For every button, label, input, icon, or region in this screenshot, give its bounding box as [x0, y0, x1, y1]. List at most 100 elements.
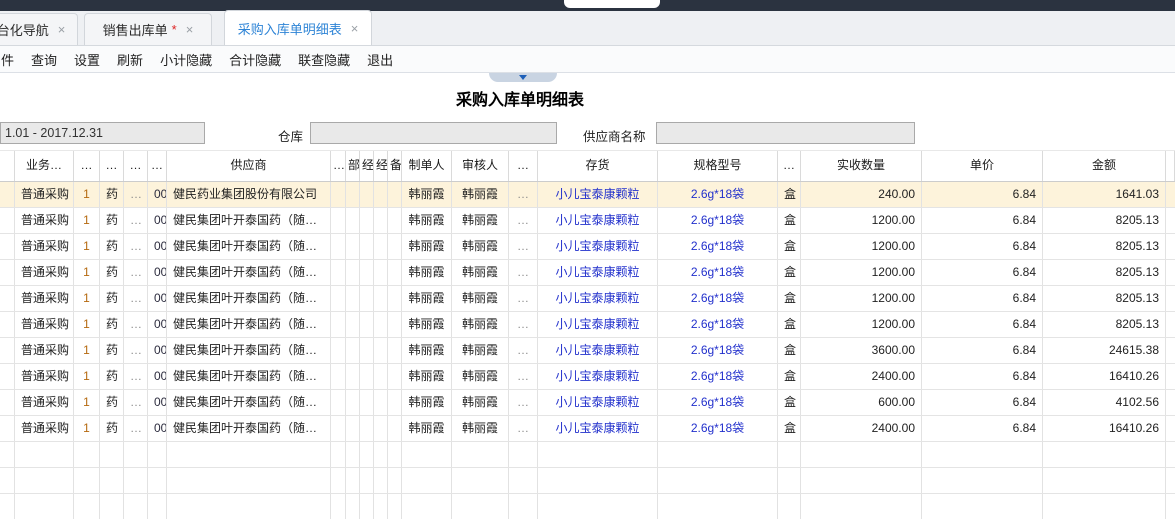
cell-spec[interactable]: 2.6g*18袋 — [658, 208, 778, 233]
cell-spec[interactable]: 2.6g*18袋 — [658, 182, 778, 207]
menu-item-query[interactable]: 查询 — [31, 50, 57, 69]
column-header-p3[interactable]: 经 — [360, 151, 374, 181]
cell-empty — [452, 468, 509, 493]
supplier-name-input[interactable] — [656, 122, 915, 144]
cell-supplier: 健民集团叶开泰国药（随… — [167, 312, 331, 337]
column-header-p1[interactable]: … — [331, 151, 346, 181]
cell-tail — [1166, 338, 1175, 363]
cell-price: 6.84 — [922, 312, 1043, 337]
column-header-auditor[interactable]: 审核人 — [452, 151, 509, 181]
warehouse-input[interactable] — [310, 122, 557, 144]
cell-store: 药 — [100, 338, 124, 363]
menu-item-hide-linked-query[interactable]: 联查隐藏 — [298, 50, 350, 69]
cell-amount: 8205.13 — [1043, 260, 1166, 285]
cell-code: 001 — [148, 364, 167, 389]
cell-item[interactable]: 小儿宝泰康颗粒 — [538, 208, 658, 233]
column-header-p4[interactable]: 经 — [374, 151, 388, 181]
column-header-qty[interactable]: 实收数量 — [801, 151, 922, 181]
table-row[interactable]: 0普通采购1药…001健民集团叶开泰国药（随…韩丽霞韩丽霞…小儿宝泰康颗粒2.6… — [0, 416, 1175, 442]
cell-item[interactable]: 小儿宝泰康颗粒 — [538, 390, 658, 415]
menu-item-exit[interactable]: 退出 — [367, 50, 393, 69]
cell-empty — [74, 494, 100, 519]
cell-spec[interactable]: 2.6g*18袋 — [658, 416, 778, 441]
cell-store: 药 — [100, 208, 124, 233]
menu-item-hide-subtotal[interactable]: 小计隐藏 — [160, 50, 212, 69]
tab-navigation[interactable]: 台化导航 × — [0, 13, 78, 45]
close-icon[interactable]: × — [351, 21, 359, 36]
collapse-panel-handle[interactable] — [489, 73, 557, 82]
column-header-item[interactable]: 存货 — [538, 151, 658, 181]
column-header-price[interactable]: 单价 — [922, 151, 1043, 181]
cell-supplier: 健民集团叶开泰国药（随… — [167, 286, 331, 311]
table-row[interactable]: 2普通采购1药…001健民集团叶开泰国药（随…韩丽霞韩丽霞…小儿宝泰康颗粒2.6… — [0, 260, 1175, 286]
cell-empty — [778, 468, 801, 493]
cell-auditor: 韩丽霞 — [452, 312, 509, 337]
cell-p2 — [346, 312, 360, 337]
menu-item-settings[interactable]: 设置 — [74, 50, 100, 69]
cell-item[interactable]: 小儿宝泰康颗粒 — [538, 286, 658, 311]
table-row[interactable]: 0普通采购1药…001健民集团叶开泰国药（随…韩丽霞韩丽霞…小儿宝泰康颗粒2.6… — [0, 390, 1175, 416]
cell-row-no: 2 — [0, 260, 15, 285]
cell-code: 001 — [148, 234, 167, 259]
menu-item-hide-total[interactable]: 合计隐藏 — [229, 50, 281, 69]
menu-item-refresh[interactable]: 刷新 — [117, 50, 143, 69]
cell-spec[interactable]: 2.6g*18袋 — [658, 338, 778, 363]
cell-spec[interactable]: 2.6g*18袋 — [658, 390, 778, 415]
column-header-dots[interactable]: … — [124, 151, 148, 181]
column-header-p2[interactable]: 部 — [346, 151, 360, 181]
cell-dots: … — [509, 286, 538, 311]
cell-item[interactable]: 小儿宝泰康颗粒 — [538, 234, 658, 259]
column-header-spec[interactable]: 规格型号 — [658, 151, 778, 181]
menu-item-file[interactable]: 件 — [1, 50, 14, 69]
cell-p1 — [331, 364, 346, 389]
column-header-biz-type[interactable]: 业务… — [15, 151, 74, 181]
cell-item[interactable]: 小儿宝泰康颗粒 — [538, 182, 658, 207]
cell-spec[interactable]: 2.6g*18袋 — [658, 364, 778, 389]
column-header-amount[interactable]: 金额 — [1043, 151, 1166, 181]
report-title: 采购入库单明细表 — [455, 92, 584, 109]
cell-item[interactable]: 小儿宝泰康颗粒 — [538, 416, 658, 441]
cell-spec[interactable]: 2.6g*18袋 — [658, 286, 778, 311]
close-icon[interactable]: × — [186, 22, 194, 37]
close-icon[interactable]: × — [58, 22, 66, 37]
cell-spec[interactable]: 2.6g*18袋 — [658, 312, 778, 337]
cell-spec[interactable]: 2.6g*18袋 — [658, 260, 778, 285]
cell-p5 — [388, 286, 402, 311]
column-header-store[interactable]: … — [100, 151, 124, 181]
cell-item[interactable]: 小儿宝泰康颗粒 — [538, 338, 658, 363]
column-header-code[interactable]: … — [148, 151, 167, 181]
table-row[interactable]: 7普通采购1药…001健民药业集团股份有限公司韩丽霞韩丽霞…小儿宝泰康颗粒2.6… — [0, 182, 1175, 208]
cell-supplier: 健民集团叶开泰国药（随… — [167, 338, 331, 363]
cell-item[interactable]: 小儿宝泰康颗粒 — [538, 364, 658, 389]
table-row[interactable]: 1普通采购1药…001健民集团叶开泰国药（随…韩丽霞韩丽霞…小儿宝泰康颗粒2.6… — [0, 338, 1175, 364]
column-header-unit[interactable]: … — [778, 151, 801, 181]
table-row[interactable]: 0普通采购1药…001健民集团叶开泰国药（随…韩丽霞韩丽霞…小儿宝泰康颗粒2.6… — [0, 234, 1175, 260]
cell-item[interactable]: 小儿宝泰康颗粒 — [538, 312, 658, 337]
tab-sales-outbound[interactable]: 销售出库单 * × — [84, 13, 212, 45]
table-row[interactable]: 3普通采购1药…001健民集团叶开泰国药（随…韩丽霞韩丽霞…小儿宝泰康颗粒2.6… — [0, 208, 1175, 234]
table-row[interactable]: 0普通采购1药…001健民集团叶开泰国药（随…韩丽霞韩丽霞…小儿宝泰康颗粒2.6… — [0, 364, 1175, 390]
cell-supplier: 健民集团叶开泰国药（随… — [167, 390, 331, 415]
cell-p2 — [346, 416, 360, 441]
column-header-p5[interactable]: 备 — [388, 151, 402, 181]
table-row[interactable]: 2普通采购1药…001健民集团叶开泰国药（随…韩丽霞韩丽霞…小儿宝泰康颗粒2.6… — [0, 312, 1175, 338]
column-header-dots[interactable]: … — [509, 151, 538, 181]
column-header-row-no[interactable] — [0, 151, 15, 181]
column-header-flag[interactable]: … — [74, 151, 100, 181]
column-header-tail[interactable] — [1166, 151, 1175, 181]
cell-empty — [360, 494, 374, 519]
date-range-input[interactable]: 1.01 - 2017.12.31 — [0, 122, 205, 144]
cell-item[interactable]: 小儿宝泰康颗粒 — [538, 260, 658, 285]
cell-empty — [658, 494, 778, 519]
table-row[interactable]: 3普通采购1药…001健民集团叶开泰国药（随…韩丽霞韩丽霞…小儿宝泰康颗粒2.6… — [0, 286, 1175, 312]
tab-purchase-inbound-report[interactable]: 采购入库单明细表 × — [224, 10, 372, 45]
cell-spec[interactable]: 2.6g*18袋 — [658, 234, 778, 259]
cell-code: 001 — [148, 286, 167, 311]
cell-tail — [1166, 234, 1175, 259]
column-header-supplier[interactable]: 供应商 — [167, 151, 331, 181]
cell-empty — [346, 468, 360, 493]
column-header-maker[interactable]: 制单人 — [402, 151, 452, 181]
cell-qty: 1200.00 — [801, 208, 922, 233]
cell-amount: 8205.13 — [1043, 312, 1166, 337]
cell-p3 — [360, 182, 374, 207]
